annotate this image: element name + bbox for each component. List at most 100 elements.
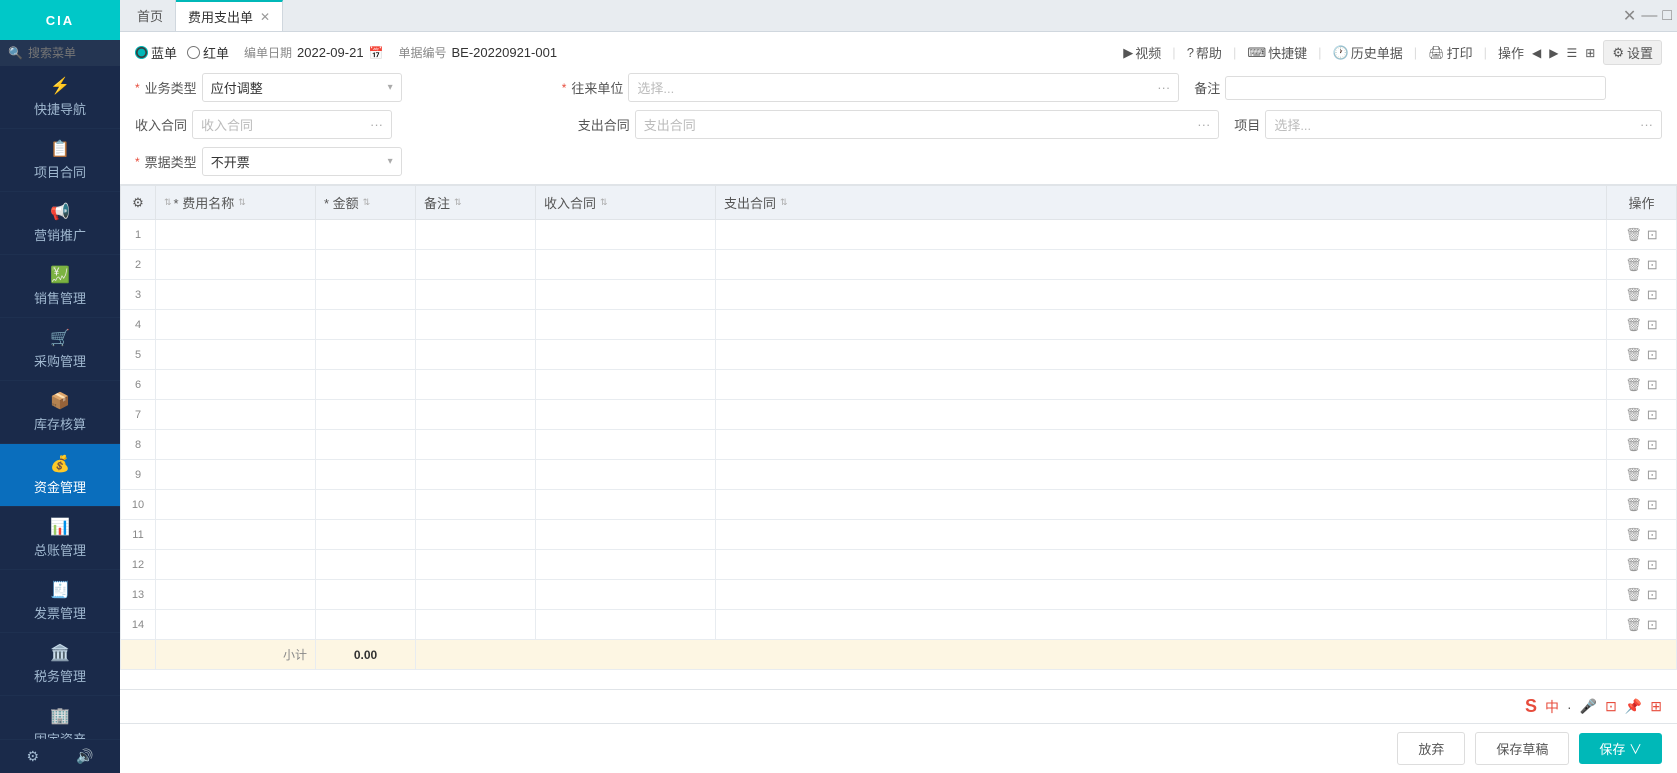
expense-contract-cell-14[interactable] [716, 610, 1607, 640]
shortcut-zhong-icon[interactable]: 中 [1545, 697, 1559, 717]
copy-icon-9[interactable]: ⊡ [1647, 467, 1658, 483]
expense-name-cell-13[interactable] [156, 580, 316, 610]
amount-cell-7[interactable] [316, 400, 416, 430]
income-contract-cell-5[interactable] [536, 340, 716, 370]
delete-icon-12[interactable]: 🗑 [1625, 557, 1642, 573]
amount-cell-1[interactable] [316, 220, 416, 250]
shortcut-dot-icon[interactable]: · [1567, 699, 1572, 715]
remark-cell-14[interactable] [416, 610, 536, 640]
income-contract-cell-6[interactable] [536, 370, 716, 400]
copy-icon-4[interactable]: ⊡ [1647, 317, 1658, 333]
income-contract-cell-7[interactable] [536, 400, 716, 430]
copy-icon-11[interactable]: ⊡ [1647, 527, 1658, 543]
copy-icon-12[interactable]: ⊡ [1647, 557, 1658, 573]
party-select[interactable]: 选择... ··· [628, 73, 1179, 102]
calendar-icon[interactable]: 📅 [369, 46, 384, 60]
expense-contract-cell-10[interactable] [716, 490, 1607, 520]
copy-icon-6[interactable]: ⊡ [1647, 377, 1658, 393]
delete-icon-13[interactable]: 🗑 [1625, 587, 1642, 603]
remark-cell-4[interactable] [416, 310, 536, 340]
copy-icon-14[interactable]: ⊡ [1647, 617, 1658, 633]
remark-cell-6[interactable] [416, 370, 536, 400]
income-contract-cell-9[interactable] [536, 460, 716, 490]
print-btn[interactable]: 🖨 打印 [1428, 43, 1473, 62]
delete-icon-7[interactable]: 🗑 [1625, 407, 1642, 423]
delete-icon-2[interactable]: 🗑 [1625, 257, 1642, 273]
expense-contract-cell-7[interactable] [716, 400, 1607, 430]
set-button[interactable]: ⚙ 设置 [1603, 40, 1662, 65]
copy-icon-7[interactable]: ⊡ [1647, 407, 1658, 423]
biz-type-select[interactable]: 应付调整 ▾ [202, 73, 402, 102]
remark-cell-5[interactable] [416, 340, 536, 370]
shortcut-s-icon[interactable]: S [1525, 696, 1537, 717]
expense-name-cell-4[interactable] [156, 310, 316, 340]
remark-cell-1[interactable] [416, 220, 536, 250]
delete-icon-10[interactable]: 🗑 [1625, 497, 1642, 513]
copy-icon-5[interactable]: ⊡ [1647, 347, 1658, 363]
volume-icon[interactable]: 🔊 [76, 748, 93, 765]
delete-icon-3[interactable]: 🗑 [1625, 287, 1642, 303]
remark-cell-12[interactable] [416, 550, 536, 580]
amount-cell-12[interactable] [316, 550, 416, 580]
expense-contract-cell-12[interactable] [716, 550, 1607, 580]
th-setting[interactable]: ⚙ [121, 186, 156, 220]
action-btn[interactable]: 操作 [1498, 43, 1524, 62]
remark-cell-10[interactable] [416, 490, 536, 520]
expense-contract-select[interactable]: 支出合同 ··· [635, 110, 1220, 139]
copy-icon-13[interactable]: ⊡ [1647, 587, 1658, 603]
table-settings-icon[interactable]: ⚙ [132, 195, 144, 210]
income-contract-cell-13[interactable] [536, 580, 716, 610]
expense-contract-cell-3[interactable] [716, 280, 1607, 310]
project-select[interactable]: 选择... ··· [1265, 110, 1662, 139]
expense-contract-cell-5[interactable] [716, 340, 1607, 370]
nav-prev-btn[interactable]: ◀ [1532, 46, 1541, 60]
income-contract-cell-10[interactable] [536, 490, 716, 520]
amount-cell-3[interactable] [316, 280, 416, 310]
expense-name-cell-9[interactable] [156, 460, 316, 490]
remark-cell-13[interactable] [416, 580, 536, 610]
expense-contract-cell-1[interactable] [716, 220, 1607, 250]
sidebar-search-input[interactable] [28, 46, 112, 60]
blue-bill-radio[interactable]: 蓝单 [135, 43, 177, 62]
delete-icon-11[interactable]: 🗑 [1625, 527, 1642, 543]
amount-cell-4[interactable] [316, 310, 416, 340]
remark-cell-11[interactable] [416, 520, 536, 550]
sidebar-item-fixed-assets[interactable]: 🏢固定资产 [0, 696, 120, 739]
copy-icon-8[interactable]: ⊡ [1647, 437, 1658, 453]
sidebar-item-capital-mgmt[interactable]: 💰资金管理 [0, 444, 120, 507]
sidebar-item-purchase-mgmt[interactable]: 🛒采购管理 [0, 318, 120, 381]
sidebar-item-tax-mgmt[interactable]: 🏛️税务管理 [0, 633, 120, 696]
expense-name-cell-2[interactable] [156, 250, 316, 280]
sort-icon-expense[interactable]: ⇅ [164, 197, 172, 208]
tab-home[interactable]: 首页 [125, 0, 176, 31]
amount-cell-8[interactable] [316, 430, 416, 460]
nav-next-btn[interactable]: ▶ [1549, 46, 1558, 60]
expense-contract-cell-13[interactable] [716, 580, 1607, 610]
expense-name-cell-11[interactable] [156, 520, 316, 550]
amount-cell-6[interactable] [316, 370, 416, 400]
expense-name-cell-3[interactable] [156, 280, 316, 310]
window-close-icon[interactable]: ✕ [1623, 6, 1636, 26]
video-btn[interactable]: ▶ 视频 [1123, 43, 1161, 62]
delete-icon-4[interactable]: 🗑 [1625, 317, 1642, 333]
delete-icon-8[interactable]: 🗑 [1625, 437, 1642, 453]
shortcut-pin-icon[interactable]: 📌 [1625, 698, 1642, 715]
sidebar-item-quick-nav[interactable]: ⚡快捷导航 [0, 66, 120, 129]
copy-icon-3[interactable]: ⊡ [1647, 287, 1658, 303]
party-dots[interactable]: ··· [1157, 80, 1170, 95]
tab-close-expense-form[interactable]: ✕ [260, 10, 270, 24]
list-view-btn[interactable]: ☰ [1567, 46, 1578, 60]
income-contract-cell-2[interactable] [536, 250, 716, 280]
delete-icon-6[interactable]: 🗑 [1625, 377, 1642, 393]
sidebar-item-invoice-mgmt[interactable]: 🧾发票管理 [0, 570, 120, 633]
expense-contract-cell-2[interactable] [716, 250, 1607, 280]
income-contract-cell-4[interactable] [536, 310, 716, 340]
income-contract-cell-3[interactable] [536, 280, 716, 310]
expense-contract-cell-6[interactable] [716, 370, 1607, 400]
amount-cell-10[interactable] [316, 490, 416, 520]
red-bill-radio[interactable]: 红单 [187, 43, 229, 62]
expense-contract-cell-9[interactable] [716, 460, 1607, 490]
shortcut-copy-icon[interactable]: ⊡ [1605, 698, 1617, 715]
remark-cell-7[interactable] [416, 400, 536, 430]
amount-cell-11[interactable] [316, 520, 416, 550]
